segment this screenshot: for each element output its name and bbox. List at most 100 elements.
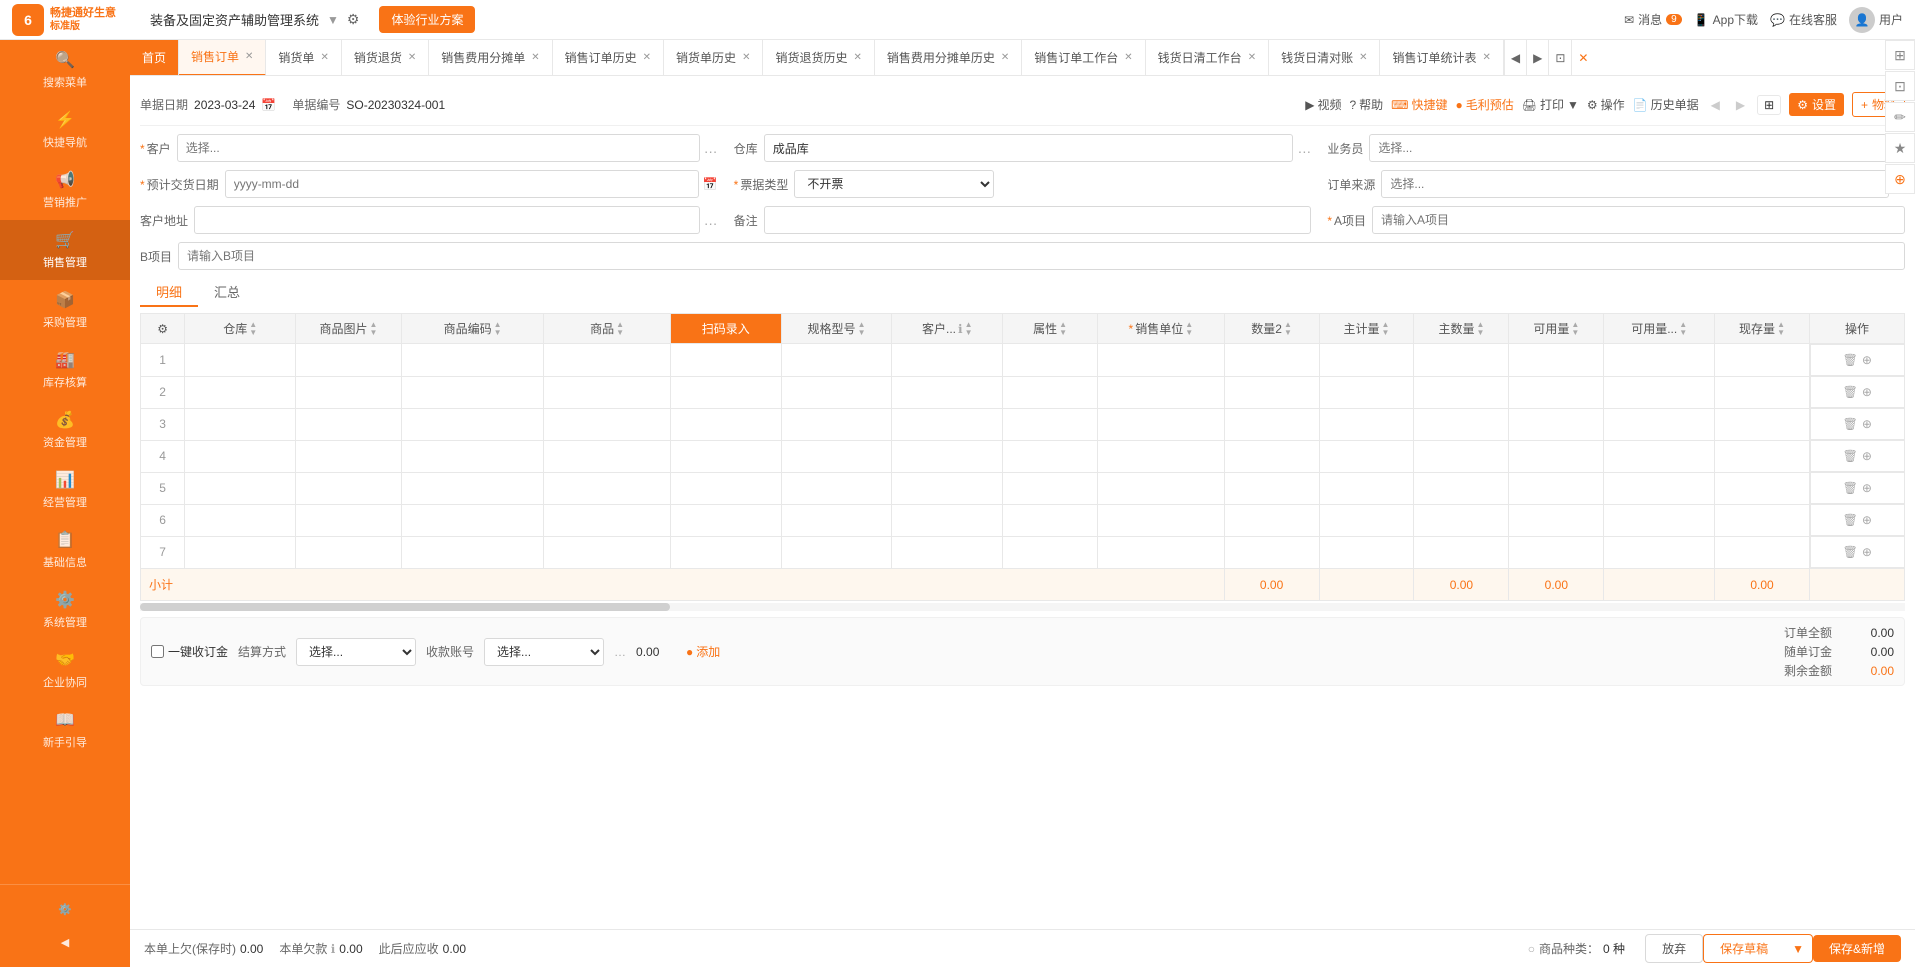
add-row-button[interactable]: ● 添加	[686, 643, 720, 660]
sort-stock-icon[interactable]: ▲▼	[1777, 321, 1785, 337]
sort-customer-code-icon[interactable]: ▲▼	[965, 321, 973, 337]
th-qty2[interactable]: 数量2▲▼	[1224, 314, 1319, 344]
row-7-avail2[interactable]	[1604, 536, 1715, 569]
row-2-stock[interactable]	[1715, 376, 1810, 408]
row-7-copy-icon[interactable]: ⊕	[1862, 545, 1872, 559]
industry-solution-button[interactable]: 体验行业方案	[379, 6, 475, 33]
close-return-history-icon[interactable]: ✕	[853, 52, 861, 63]
close-cash-workbench-icon[interactable]: ✕	[1248, 52, 1256, 63]
row-1-stock[interactable]	[1715, 344, 1810, 377]
tab-cash-workbench[interactable]: 钱货日清工作台 ✕	[1146, 40, 1269, 76]
date-pick-icon[interactable]: 📅	[703, 177, 718, 191]
user-menu-button[interactable]: 👤 用户	[1849, 7, 1903, 33]
tab-prev-button[interactable]: ◀	[1504, 40, 1526, 76]
row-1-available[interactable]	[1509, 344, 1604, 377]
sort-available2-icon[interactable]: ▲▼	[1679, 321, 1687, 337]
th-sales-unit[interactable]: *销售单位▲▼	[1098, 314, 1225, 344]
row-2-customer-code[interactable]	[892, 376, 1003, 408]
close-invoice-history-icon[interactable]: ✕	[742, 52, 750, 63]
rp-star-icon[interactable]: ★	[1885, 133, 1915, 163]
address-input[interactable]	[194, 206, 700, 234]
b-project-input[interactable]	[178, 242, 1905, 270]
row-7-stock[interactable]	[1715, 536, 1810, 569]
sidebar-item-basic-info[interactable]: 📋 基础信息	[0, 520, 130, 580]
sort-main-unit-icon[interactable]: ▲▼	[1382, 321, 1390, 337]
row-3-copy-icon[interactable]: ⊕	[1862, 417, 1872, 431]
row-5-stock[interactable]	[1715, 472, 1810, 504]
close-order-workbench-icon[interactable]: ✕	[1124, 52, 1132, 63]
history-docs-button[interactable]: 📄 历史单据	[1633, 96, 1699, 113]
tab-order-history[interactable]: 销售订单历史 ✕	[553, 40, 664, 76]
row-5-copy-icon[interactable]: ⊕	[1862, 481, 1872, 495]
row-6-munit[interactable]	[1319, 504, 1414, 536]
sidebar-collapse-button[interactable]: ◀	[0, 926, 130, 959]
row-2-delete-icon[interactable]: 🗑	[1843, 385, 1858, 399]
th-main-unit[interactable]: 主计量▲▼	[1319, 314, 1414, 344]
close-order-stats-icon[interactable]: ✕	[1483, 52, 1491, 63]
close-cash-reconcile-icon[interactable]: ✕	[1359, 52, 1367, 63]
row-2-scan[interactable]	[670, 376, 781, 408]
row-6-warehouse[interactable]	[185, 504, 296, 536]
sidebar-item-marketing[interactable]: 📢 营销推广	[0, 160, 130, 220]
row-4-product[interactable]	[544, 440, 671, 472]
tab-expense-history[interactable]: 销售费用分摊单历史 ✕	[875, 40, 1022, 76]
tab-invoice-history[interactable]: 销货单历史 ✕	[664, 40, 763, 76]
one-click-checkbox[interactable]: 一键收订金	[151, 643, 228, 660]
gear-settings-icon[interactable]: ⚙	[347, 11, 360, 28]
row-7-ccode[interactable]	[892, 536, 1003, 569]
row-6-spec[interactable]	[781, 504, 892, 536]
sort-image-icon[interactable]: ▲▼	[370, 321, 378, 337]
row-2-main-unit[interactable]	[1319, 376, 1414, 408]
row-3-avail2[interactable]	[1604, 408, 1715, 440]
sort-available-icon[interactable]: ▲▼	[1571, 321, 1579, 337]
row-1-copy-icon[interactable]: ⊕	[1862, 353, 1872, 367]
row-5-code[interactable]	[401, 472, 543, 504]
row-5-munit[interactable]	[1319, 472, 1414, 504]
rp-grid-icon[interactable]: ⊞	[1885, 40, 1915, 70]
sidebar-item-finance[interactable]: 💰 资金管理	[0, 400, 130, 460]
sidebar-item-operations[interactable]: 📊 经营管理	[0, 460, 130, 520]
row-1-delete-icon[interactable]: 🗑	[1843, 353, 1858, 367]
row-6-ccode[interactable]	[892, 504, 1003, 536]
row-2-copy-icon[interactable]: ⊕	[1862, 385, 1872, 399]
th-product[interactable]: 商品▲▼	[544, 314, 671, 344]
row-6-qty2[interactable]	[1224, 504, 1319, 536]
row-1-main-unit[interactable]	[1319, 344, 1414, 377]
th-main-qty[interactable]: 主数量▲▼	[1414, 314, 1509, 344]
order-source-input[interactable]	[1381, 170, 1889, 198]
sort-product-icon[interactable]: ▲▼	[616, 321, 624, 337]
row-1-image[interactable]	[296, 344, 402, 377]
row-7-product[interactable]	[544, 536, 671, 569]
tab-detail[interactable]: 明细	[140, 278, 198, 307]
th-spec[interactable]: 规格型号▲▼	[781, 314, 892, 344]
row-1-code[interactable]	[401, 344, 543, 377]
row-3-ccode[interactable]	[892, 408, 1003, 440]
row-3-mqty[interactable]	[1414, 408, 1509, 440]
row-2-spec[interactable]	[781, 376, 892, 408]
row-2-image[interactable]	[296, 376, 402, 408]
row-2-available2[interactable]	[1604, 376, 1715, 408]
row-6-mqty[interactable]	[1414, 504, 1509, 536]
row-1-main-qty[interactable]	[1414, 344, 1509, 377]
row-4-spec[interactable]	[781, 440, 892, 472]
row-5-product[interactable]	[544, 472, 671, 504]
tab-sales-order[interactable]: 销售订单 ✕	[179, 40, 266, 76]
sort-main-qty-icon[interactable]: ▲▼	[1476, 321, 1484, 337]
save-draft-arrow-button[interactable]: ▼	[1784, 934, 1813, 963]
th-available2[interactable]: 可用量...▲▼	[1604, 314, 1715, 344]
sidebar-settings-button[interactable]: ⚙️	[0, 893, 130, 926]
row-7-mqty[interactable]	[1414, 536, 1509, 569]
sort-qty2-icon[interactable]: ▲▼	[1284, 321, 1292, 337]
row-5-scan[interactable]	[670, 472, 781, 504]
discard-button[interactable]: 放弃	[1645, 934, 1703, 963]
row-5-unit[interactable]	[1098, 472, 1225, 504]
row-5-attr[interactable]	[1003, 472, 1098, 504]
row-5-spec[interactable]	[781, 472, 892, 504]
row-1-product[interactable]	[544, 344, 671, 377]
row-5-image[interactable]	[296, 472, 402, 504]
row-7-munit[interactable]	[1319, 536, 1414, 569]
th-customer-code[interactable]: 客户...ℹ▲▼	[892, 314, 1003, 344]
row-5-qty2[interactable]	[1224, 472, 1319, 504]
row-6-avail[interactable]	[1509, 504, 1604, 536]
th-stock[interactable]: 现存量▲▼	[1715, 314, 1810, 344]
